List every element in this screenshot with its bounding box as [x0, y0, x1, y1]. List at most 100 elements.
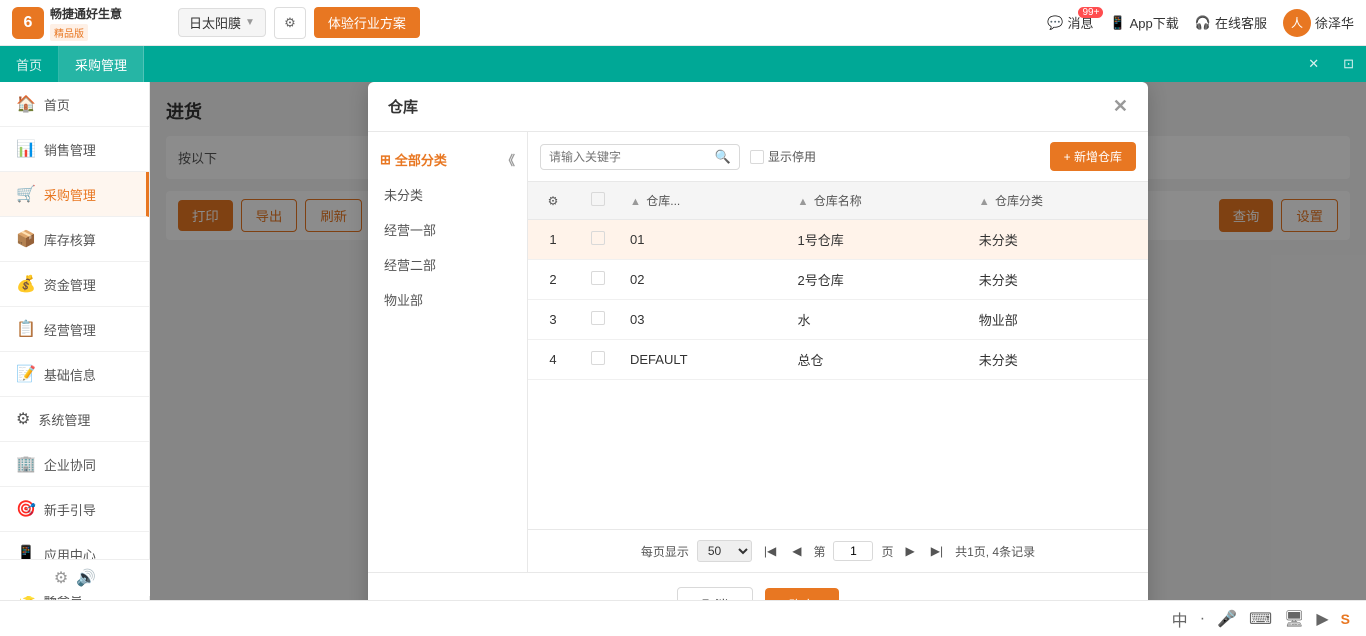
search-box: 🔍 — [540, 144, 740, 170]
top-header: 6 畅捷通好生意 精品版 日太阳膜 ▼ ⚙ 体验行业方案 💬 消息 99+ 📱 … — [0, 0, 1366, 46]
nav-expand-button[interactable]: ⊡ — [1331, 46, 1366, 82]
sidebar-item-guide[interactable]: 🎯 新手引导 — [0, 487, 149, 532]
modal-toolbar: 🔍 显示停用 + 新增仓库 — [528, 132, 1148, 182]
row-name-4: 总仓 — [786, 340, 967, 380]
inventory-icon: 📦 — [16, 229, 36, 249]
content-area: 进货 按以下 打印 导出 刷新 查询 设置 仓库 ✕ — [150, 82, 1366, 636]
row-code-3: 03 — [618, 300, 786, 340]
checkbox-icon — [750, 150, 764, 164]
table-row[interactable]: 4 DEFAULT 总仓 未分类 — [528, 340, 1148, 380]
message-badge: 99+ — [1078, 7, 1103, 18]
col-gear-header[interactable]: ⚙ — [528, 182, 578, 220]
brand-icon: S — [1341, 611, 1350, 627]
row-name-3: 水 — [786, 300, 967, 340]
page-input[interactable] — [833, 541, 873, 561]
guide-icon: 🎯 — [16, 499, 36, 519]
logo-icon: 6 — [12, 7, 44, 39]
row-category-1: 未分类 — [967, 220, 1148, 260]
col-name-header[interactable]: ▲ 仓库名称 — [786, 182, 967, 220]
play-icon[interactable]: ▶ — [1316, 609, 1328, 629]
store-selector[interactable]: 日太阳膜 ▼ — [178, 8, 266, 37]
row-name-2: 2号仓库 — [786, 260, 967, 300]
show-disabled-checkbox[interactable]: 显示停用 — [750, 148, 816, 165]
nav-tab-right: ✕ ⊡ — [1296, 46, 1366, 82]
modal-header: 仓库 ✕ — [368, 82, 1148, 132]
settings-bottom-icon[interactable]: ⚙ — [54, 568, 68, 588]
category-item-operations2[interactable]: 经营二部 — [368, 247, 527, 282]
page-next-button[interactable]: ▶ — [902, 542, 919, 560]
volume-icon[interactable]: 🔊 — [76, 568, 96, 588]
monitor-icon[interactable]: 🖥 — [1284, 609, 1304, 629]
warehouse-table: ⚙ ▲ 仓库... — [528, 182, 1148, 529]
select-all-checkbox — [591, 192, 605, 206]
operations-icon: 📋 — [16, 319, 36, 339]
trial-button[interactable]: 体验行业方案 — [314, 7, 420, 38]
message-icon: 💬 — [1047, 15, 1063, 31]
home-icon: 🏠 — [16, 94, 36, 114]
table-row[interactable]: 2 02 2号仓库 未分类 — [528, 260, 1148, 300]
tab-purchase[interactable]: 采购管理 — [59, 46, 144, 82]
modal-sidebar-header: ⊞ 全部分类 《 — [368, 142, 527, 177]
sidebar-item-home[interactable]: 🏠 首页 — [0, 82, 149, 127]
table-header-row: ⚙ ▲ 仓库... — [528, 182, 1148, 220]
search-icon[interactable]: 🔍 — [715, 149, 731, 165]
row-gear-1: 1 — [528, 220, 578, 260]
row-code-4: DEFAULT — [618, 340, 786, 380]
row-category-4: 未分类 — [967, 340, 1148, 380]
sidebar-item-system[interactable]: ⚙ 系统管理 — [0, 397, 149, 442]
page-prev-button[interactable]: ◀ — [788, 542, 805, 560]
page-first-button[interactable]: |◀ — [760, 542, 780, 560]
sidebar-item-inventory[interactable]: 📦 库存核算 — [0, 217, 149, 262]
row-cb-1[interactable] — [578, 220, 618, 260]
modal-sidebar: ⊞ 全部分类 《 未分类 经营一部 经营二部 物业部 — [368, 132, 528, 572]
settings-icon[interactable]: ⚙ — [274, 7, 306, 39]
warehouse-modal: 仓库 ✕ ⊞ 全部分类 《 未分类 — [368, 82, 1148, 636]
search-input[interactable] — [549, 150, 715, 164]
row-cb-2[interactable] — [578, 260, 618, 300]
message-item[interactable]: 💬 消息 99+ — [1047, 13, 1093, 32]
row-code-2: 02 — [618, 260, 786, 300]
tab-home[interactable]: 首页 — [0, 46, 59, 82]
chinese-input-icon[interactable]: 中 — [1172, 607, 1188, 631]
microphone-icon[interactable]: 🎤 — [1217, 609, 1237, 629]
sidebar-item-operations[interactable]: 📋 经营管理 — [0, 307, 149, 352]
category-item-property[interactable]: 物业部 — [368, 282, 527, 317]
sidebar-item-purchase[interactable]: 🛒 采购管理 — [0, 172, 149, 217]
keyboard-icon[interactable]: ⌨ — [1249, 609, 1272, 629]
main-layout: 🏠 首页 📊 销售管理 🛒 采购管理 📦 库存核算 💰 资金管理 📋 经营管理 … — [0, 82, 1366, 636]
col-code-header[interactable]: ▲ 仓库... — [618, 182, 786, 220]
phone-icon: 📱 — [1109, 15, 1125, 31]
add-warehouse-button[interactable]: + 新增仓库 — [1050, 142, 1136, 171]
row-category-2: 未分类 — [967, 260, 1148, 300]
row-gear-3: 3 — [528, 300, 578, 340]
category-item-operations1[interactable]: 经营一部 — [368, 212, 527, 247]
headset-icon: 🎧 — [1195, 15, 1211, 31]
category-item-unclassified[interactable]: 未分类 — [368, 177, 527, 212]
dot-icon: · — [1200, 610, 1205, 628]
page-last-button[interactable]: ▶| — [927, 542, 947, 560]
collapse-icon[interactable]: 《 — [502, 150, 515, 169]
service-item[interactable]: 🎧 在线客服 — [1195, 13, 1267, 32]
sidebar-item-finance[interactable]: 💰 资金管理 — [0, 262, 149, 307]
sidebar-item-enterprise[interactable]: 🏢 企业协同 — [0, 442, 149, 487]
bottom-taskbar: 中 · 🎤 ⌨ 🖥 ▶ S — [0, 600, 1366, 636]
app-download-item[interactable]: 📱 App下载 — [1109, 13, 1178, 32]
modal-close-button[interactable]: ✕ — [1113, 96, 1128, 117]
nav-collapse-button[interactable]: ✕ — [1296, 46, 1331, 82]
nav-tabs: 首页 采购管理 ✕ ⊡ — [0, 46, 1366, 82]
row-cb-4[interactable] — [578, 340, 618, 380]
page-size-select[interactable]: 50 100 — [697, 540, 752, 562]
sidebar-item-basic-info[interactable]: 📝 基础信息 — [0, 352, 149, 397]
col-checkbox-header[interactable] — [578, 182, 618, 220]
enterprise-icon: 🏢 — [16, 454, 36, 474]
col-category-header[interactable]: ▲ 仓库分类 — [967, 182, 1148, 220]
table-row[interactable]: 1 01 1号仓库 未分类 — [528, 220, 1148, 260]
row-category-3: 物业部 — [967, 300, 1148, 340]
row-cb-3[interactable] — [578, 300, 618, 340]
table-row[interactable]: 3 03 水 物业部 — [528, 300, 1148, 340]
user-item[interactable]: 人 徐泽华 — [1283, 9, 1354, 37]
sidebar: 🏠 首页 📊 销售管理 🛒 采购管理 📦 库存核算 💰 资金管理 📋 经营管理 … — [0, 82, 150, 636]
store-dropdown-arrow: ▼ — [245, 17, 255, 28]
sidebar-item-sales[interactable]: 📊 销售管理 — [0, 127, 149, 172]
sales-icon: 📊 — [16, 139, 36, 159]
